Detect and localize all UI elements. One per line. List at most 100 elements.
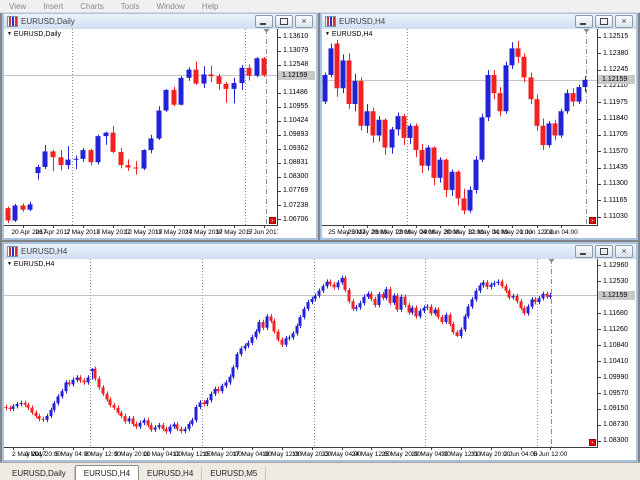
price-tick-label: 1.11300 (603, 180, 628, 187)
menu-item-tools[interactable]: Tools (121, 2, 140, 11)
time-tick-mark (440, 226, 441, 228)
price-tick-label: 1.09990 (603, 374, 628, 381)
price-axis[interactable]: 1.136101.130791.125481.120171.114861.109… (278, 29, 316, 226)
maximize-button[interactable] (595, 245, 613, 258)
price-tick-label: 1.11260 (603, 326, 628, 333)
price-tick-mark (278, 107, 281, 108)
chart-tab-2[interactable]: EURUSD,H4 (139, 467, 202, 480)
time-axis[interactable]: 20 Apr 201726 Apr 20172 May 20178 May 20… (4, 226, 278, 238)
menu-item-charts[interactable]: Charts (80, 2, 104, 11)
price-tick-mark (278, 135, 281, 136)
close-icon: × (296, 16, 312, 27)
time-tick-mark (113, 226, 114, 228)
minimize-button[interactable] (255, 15, 273, 28)
menu-item-insert[interactable]: Insert (43, 2, 63, 11)
price-tick-label: 1.09362 (283, 145, 308, 152)
time-tick-mark (252, 448, 253, 450)
price-tick-mark (598, 119, 601, 120)
window-titlebar[interactable]: EURUSD,Daily × (4, 14, 316, 30)
current-price-badge: 1.12159 (598, 291, 635, 300)
time-tick-mark (371, 448, 372, 450)
symbol-period-label: ▼ EURUSD,H4 (325, 31, 372, 38)
menu-item-view[interactable]: View (9, 2, 26, 11)
chart-shift-marker[interactable] (584, 29, 590, 33)
price-axis[interactable]: 1.129601.125301.121001.116801.112601.108… (598, 259, 636, 448)
price-tick-mark (598, 70, 601, 71)
price-tick-mark (598, 135, 601, 136)
price-tick-mark (598, 151, 601, 152)
time-tick-mark (222, 448, 223, 450)
price-axis[interactable]: 1.125151.123801.122451.121101.119751.118… (598, 29, 636, 226)
price-tick-mark (278, 121, 281, 122)
price-tick-mark (278, 205, 281, 206)
menu-item-help[interactable]: Help (202, 2, 218, 11)
window-title: EURUSD,H4 (339, 17, 573, 26)
price-tick-mark (278, 93, 281, 94)
chart-tab-0[interactable]: EURUSD,Daily (4, 467, 75, 480)
chart-tab-3[interactable]: EURUSD,M5 (202, 467, 266, 480)
close-button[interactable]: × (295, 15, 313, 28)
window-titlebar[interactable]: EURUSD,H4 × (322, 14, 636, 30)
time-tick-mark (13, 448, 14, 450)
price-tick-mark (598, 281, 601, 282)
time-tick-mark (264, 226, 265, 228)
time-tick-label: 2 Jun 04:00 (537, 229, 585, 237)
time-tick-mark (53, 226, 54, 228)
maximize-button[interactable] (275, 15, 293, 28)
time-axis[interactable]: 2 May 20173 May 20:005 May 04:008 May 12… (4, 448, 598, 460)
time-tick-label: 5 Jun 2017 (240, 229, 278, 237)
time-tick-mark (73, 448, 74, 450)
price-tick-label: 1.12515 (603, 33, 628, 40)
chart-window-icon (7, 246, 18, 257)
end-of-data-marker (589, 439, 596, 446)
price-tick-label: 1.07769 (283, 187, 308, 194)
time-tick-mark (312, 448, 313, 450)
maximize-button[interactable] (595, 15, 613, 28)
window-title: EURUSD,H4 (21, 247, 573, 256)
price-tick-label: 1.08300 (603, 437, 628, 444)
minimize-button[interactable] (575, 15, 593, 28)
chart-plot[interactable]: ▼ EURUSD,H4 (4, 259, 598, 448)
price-tick-label: 1.11570 (603, 148, 628, 155)
price-tick-mark (598, 329, 601, 330)
price-tick-label: 1.11840 (603, 115, 628, 122)
minimize-button[interactable] (575, 245, 593, 258)
time-tick-mark (521, 448, 522, 450)
time-tick-mark (163, 448, 164, 450)
price-tick-mark (598, 441, 601, 442)
price-tick-mark (278, 37, 281, 38)
close-button[interactable]: × (615, 15, 633, 28)
close-button[interactable]: × (615, 245, 633, 258)
chart-tab-1[interactable]: EURUSD,H4 (75, 465, 139, 480)
price-tick-mark (598, 184, 601, 185)
candles-series (5, 276, 552, 434)
price-tick-mark (278, 191, 281, 192)
chart-shift-marker[interactable] (264, 29, 270, 33)
time-tick-mark (192, 448, 193, 450)
time-tick-mark (234, 226, 235, 228)
symbol-period-label: ▼ EURUSD,H4 (7, 261, 54, 268)
chart-tab-bar: EURUSD,DailyEURUSD,H4EURUSD,H4EURUSD,M5 (0, 462, 640, 480)
price-tick-label: 1.12960 (603, 262, 628, 269)
end-of-data-marker (589, 217, 596, 224)
chart-shift-marker[interactable] (549, 259, 555, 263)
price-tick-label: 1.10424 (283, 117, 308, 124)
chart-window-eurusd-h4-top: EURUSD,H4 × ▼ EURUSD,H4 1.125151.123801.… (320, 12, 638, 240)
minimize-icon (580, 253, 586, 255)
price-tick-label: 1.12530 (603, 278, 628, 285)
window-titlebar[interactable]: EURUSD,H4 × (4, 244, 636, 260)
price-tick-label: 1.10955 (283, 103, 308, 110)
time-axis[interactable]: 25 May 201725 May 20:0026 May 12:0029 Ma… (322, 226, 598, 238)
time-tick-mark (43, 448, 44, 450)
price-tick-mark (598, 53, 601, 54)
time-tick-mark (174, 226, 175, 228)
time-tick-mark (282, 448, 283, 450)
chart-plot[interactable]: ▼ EURUSD,H4 (322, 29, 598, 226)
price-tick-label: 1.09570 (603, 390, 628, 397)
maximize-icon (600, 248, 608, 255)
price-tick-mark (278, 149, 281, 150)
chart-plot[interactable]: ▼ EURUSD,Daily (4, 29, 278, 226)
price-tick-mark (598, 168, 601, 169)
menu-item-window[interactable]: Window (156, 2, 184, 11)
end-of-data-marker (269, 217, 276, 224)
